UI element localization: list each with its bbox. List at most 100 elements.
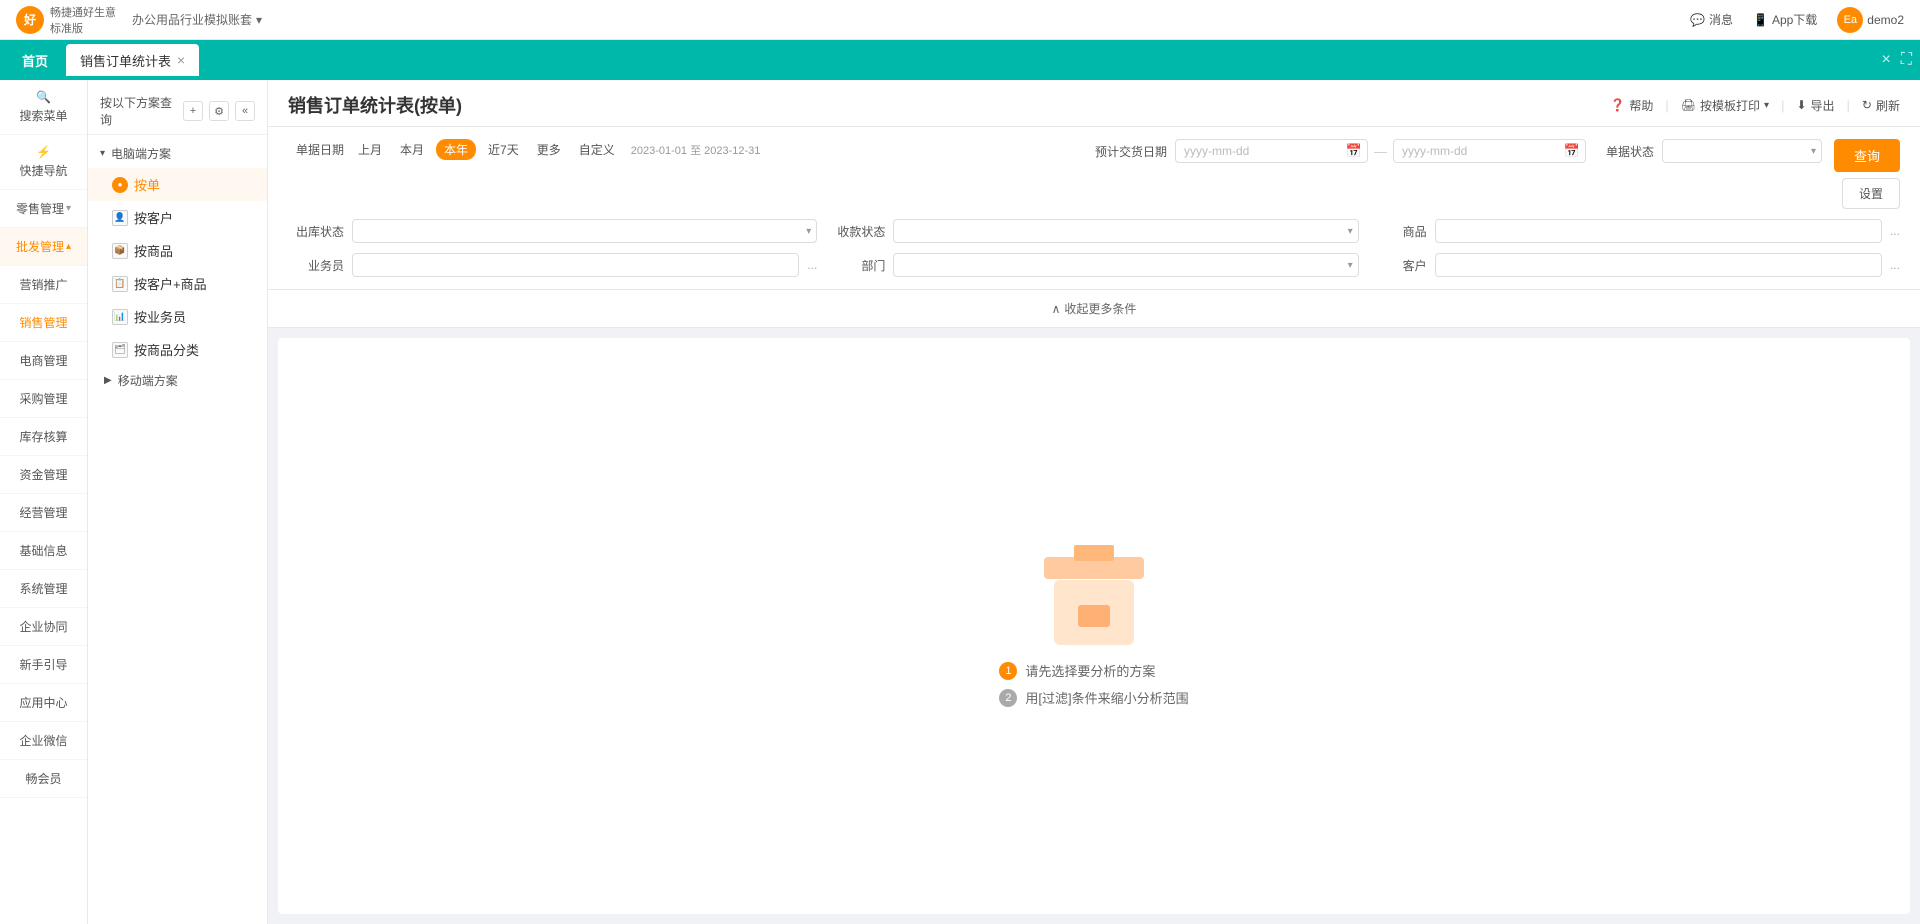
collapse-bar[interactable]: ∧ 收起更多条件 <box>268 290 1920 328</box>
print-icon: 🖨 <box>1681 98 1696 112</box>
predict-date-start[interactable] <box>1175 139 1368 163</box>
filter-area: 单据日期 上月 本月 本年 近7天 更多 自定义 2023-01-01 至 20… <box>268 127 1920 290</box>
download-icon: 📱 <box>1753 13 1768 27</box>
logo: 好 畅捷通好生意 标准版 <box>16 4 116 36</box>
collapse-icon: ∧ <box>1052 302 1061 316</box>
scheme-pc-group-title[interactable]: ▾ 电脑端方案 <box>88 139 267 168</box>
receipt-status-select[interactable] <box>893 219 1358 243</box>
page-header: 销售订单统计表(按单) ❓ 帮助 | 🖨 按模板打印 ▾ | <box>268 80 1920 127</box>
msg-icon: 💬 <box>1690 13 1705 27</box>
empty-state: 1 请先选择要分析的方案 2 用[过滤]条件来缩小分析范围 <box>278 338 1910 914</box>
sidebar-item-corp-wechat[interactable]: 企业微信 <box>0 722 87 760</box>
sidebar-item-purchase-mgmt[interactable]: 采购管理 <box>0 380 87 418</box>
window-close-icon[interactable]: × <box>1881 51 1890 69</box>
scheme-rect-icon: 👤 <box>112 210 128 226</box>
customer-more-icon[interactable]: ... <box>1890 258 1900 272</box>
print-button[interactable]: 🖨 按模板打印 ▾ <box>1681 97 1769 114</box>
date-curr-month-btn[interactable]: 本月 <box>394 139 430 160</box>
sidebar-item-finance-mgmt[interactable]: 资金管理 <box>0 456 87 494</box>
sidebar-item-retail-mgmt[interactable]: 零售管理 ▾ <box>0 190 87 228</box>
date-custom-btn[interactable]: 自定义 <box>573 139 621 160</box>
scheme-item-by-goods[interactable]: 📦 按商品 <box>88 234 267 267</box>
sidebar: 🔍 搜索菜单 ⚡ 快捷导航 零售管理 ▾ 批发管理 ▴ 营销推广 销售管理 电商… <box>0 80 88 924</box>
logo-icon: 好 <box>16 6 44 34</box>
bill-status-label: 单据状态 <box>1598 143 1654 160</box>
sidebar-item-search-menu[interactable]: 🔍 搜索菜单 <box>0 80 87 135</box>
sidebar-item-inventory[interactable]: 库存核算 <box>0 418 87 456</box>
predict-date-inputs: 📅 — 📅 <box>1175 139 1586 163</box>
search-icon: 🔍 <box>36 90 51 104</box>
goods-more-icon[interactable]: ... <box>1890 224 1900 238</box>
app-download-button[interactable]: 📱 App下载 <box>1753 11 1817 28</box>
top-bar: 好 畅捷通好生意 标准版 办公用品行业模拟账套 ▾ 💬 消息 📱 App下载 E… <box>0 0 1920 40</box>
dept-label: 部门 <box>829 257 885 274</box>
breadcrumb-arrow-icon: ▾ <box>256 13 262 27</box>
help-button[interactable]: ❓ 帮助 <box>1610 97 1653 114</box>
scheme-mobile-group: ▶ 移动端方案 <box>88 366 267 395</box>
main-layout: 🔍 搜索菜单 ⚡ 快捷导航 零售管理 ▾ 批发管理 ▴ 营销推广 销售管理 电商… <box>0 80 1920 924</box>
collapse-button[interactable]: ∧ 收起更多条件 <box>1052 300 1137 317</box>
sidebar-item-ecom-mgmt[interactable]: 电商管理 <box>0 342 87 380</box>
tab-sales-order-stats[interactable]: 销售订单统计表 × <box>66 44 199 76</box>
settings-button[interactable]: 设置 <box>1842 178 1900 209</box>
export-icon: ⬇ <box>1796 98 1806 112</box>
bill-status-select[interactable] <box>1662 139 1822 163</box>
scheme-mobile-group-title[interactable]: ▶ 移动端方案 <box>88 366 267 395</box>
customer-input[interactable] <box>1435 253 1882 277</box>
tab-close-button[interactable]: × <box>177 52 185 68</box>
salesman-input[interactable] <box>352 253 799 277</box>
sidebar-item-wholesale-mgmt[interactable]: 批发管理 ▴ <box>0 228 87 266</box>
date-more-btn[interactable]: 更多 <box>531 139 567 160</box>
ship-status-select[interactable] <box>352 219 817 243</box>
receipt-status-label: 收款状态 <box>829 223 885 240</box>
scheme-item-by-customer[interactable]: 👤 按客户 <box>88 201 267 234</box>
sidebar-item-quick-nav[interactable]: ⚡ 快捷导航 <box>0 135 87 190</box>
scheme-item-by-order[interactable]: ● 按单 <box>88 168 267 201</box>
sidebar-item-basic-info[interactable]: 基础信息 <box>0 532 87 570</box>
sidebar-item-new-guide[interactable]: 新手引导 <box>0 646 87 684</box>
sidebar-item-enterprise[interactable]: 企业协同 <box>0 608 87 646</box>
topbar-right: 💬 消息 📱 App下载 Ea demo2 <box>1690 7 1904 33</box>
sidebar-item-operations[interactable]: 经营管理 <box>0 494 87 532</box>
filter-actions: 查询 设置 <box>1834 139 1900 209</box>
tab-home[interactable]: 首页 <box>8 44 62 76</box>
refresh-button[interactable]: ↻ 刷新 <box>1862 97 1900 114</box>
scheme-add-button[interactable]: + <box>183 101 203 121</box>
bill-status-select-wrapper <box>1662 139 1822 163</box>
sidebar-item-sys-mgmt[interactable]: 系统管理 <box>0 570 87 608</box>
sidebar-item-app-center[interactable]: 应用中心 <box>0 684 87 722</box>
date-this-year-btn[interactable]: 本年 <box>436 139 476 160</box>
export-button[interactable]: ⬇ 导出 <box>1796 97 1834 114</box>
scheme-pc-group: ▾ 电脑端方案 ● 按单 👤 按客户 📦 按商品 📋 按客户+商品 <box>88 139 267 366</box>
sidebar-item-marketing[interactable]: 营销推广 <box>0 266 87 304</box>
page-title: 销售订单统计表(按单) <box>288 92 462 118</box>
scheme-item-by-customer-goods[interactable]: 📋 按客户+商品 <box>88 267 267 300</box>
tip-num-1: 1 <box>999 662 1017 680</box>
scheme-settings-button[interactable]: ⚙ <box>209 101 229 121</box>
date-prev-month-btn[interactable]: 上月 <box>352 139 388 160</box>
scheme-active-icon: ● <box>112 177 128 193</box>
page-header-actions: ❓ 帮助 | 🖨 按模板打印 ▾ | ⬇ 导出 <box>1610 97 1900 114</box>
avatar: Ea <box>1837 7 1863 33</box>
breadcrumb[interactable]: 办公用品行业模拟账套 ▾ <box>132 11 262 28</box>
empty-tips: 1 请先选择要分析的方案 2 用[过滤]条件来缩小分析范围 <box>999 661 1188 707</box>
query-button[interactable]: 查询 <box>1834 139 1900 172</box>
scheme-salesman-icon: 📊 <box>112 309 128 325</box>
dept-select[interactable] <box>893 253 1358 277</box>
date-7days-btn[interactable]: 近7天 <box>482 139 525 160</box>
goods-input[interactable] <box>1435 219 1882 243</box>
predict-date-end[interactable] <box>1393 139 1586 163</box>
logo-text: 畅捷通好生意 标准版 <box>50 4 116 36</box>
window-expand-icon[interactable]: ⛶ <box>1901 51 1912 69</box>
sidebar-item-vip[interactable]: 畅会员 <box>0 760 87 798</box>
tab-bar-right: × ⛶ <box>1881 51 1912 69</box>
date-sep: — <box>1374 144 1387 159</box>
scheme-item-by-goods-category[interactable]: 🗂 按商品分类 <box>88 333 267 366</box>
msg-button[interactable]: 💬 消息 <box>1690 11 1733 28</box>
sidebar-item-sales-mgmt[interactable]: 销售管理 <box>0 304 87 342</box>
scheme-item-by-salesman[interactable]: 📊 按业务员 <box>88 300 267 333</box>
scheme-goods-icon: 📦 <box>112 243 128 259</box>
scheme-collapse-button[interactable]: « <box>235 101 255 121</box>
user-profile[interactable]: Ea demo2 <box>1837 7 1904 33</box>
salesman-more-icon[interactable]: ... <box>807 258 817 272</box>
